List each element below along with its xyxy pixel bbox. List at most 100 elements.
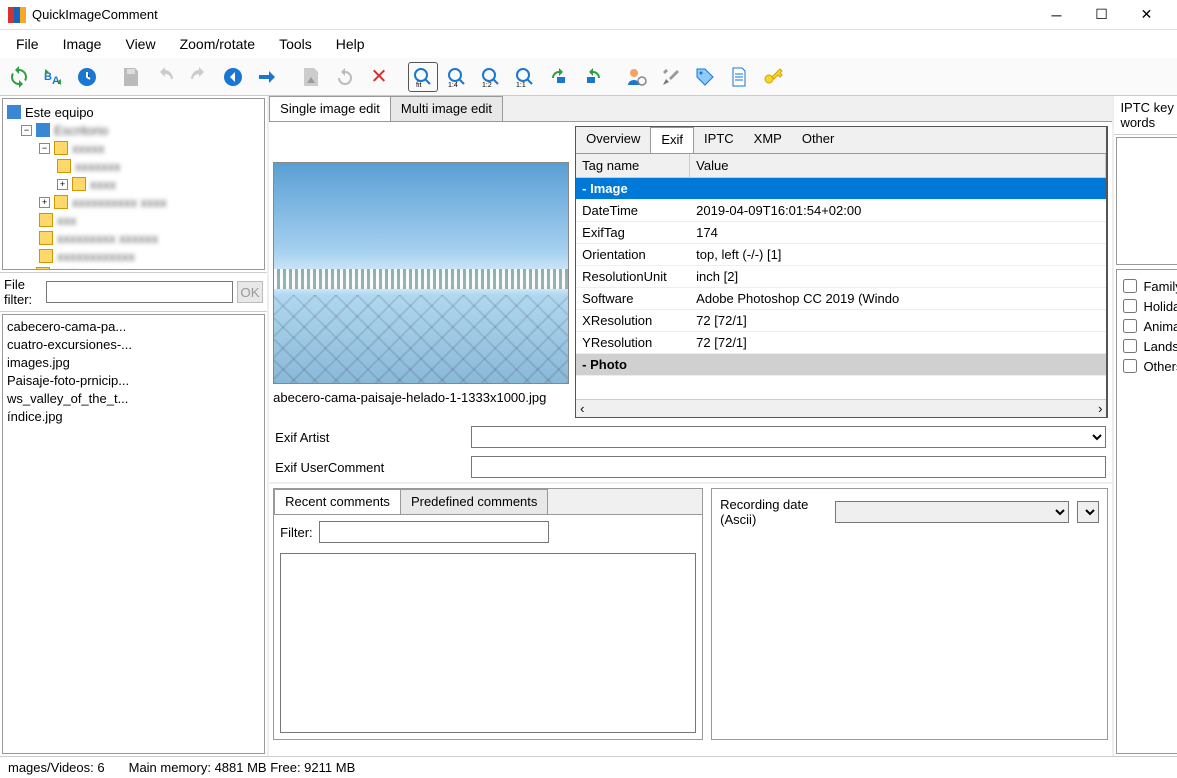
keyword-checklist: Family Holiday Animals Landscape Others xyxy=(1116,269,1177,754)
keyword-label[interactable]: Family xyxy=(1143,279,1177,294)
undo-icon[interactable] xyxy=(150,62,180,92)
delete-icon[interactable] xyxy=(364,62,394,92)
metadata-table[interactable]: Tag name Value - Image DateTime2019-04-0… xyxy=(576,153,1106,399)
file-item[interactable]: images.jpg xyxy=(7,355,260,373)
maximize-button[interactable]: ☐ xyxy=(1079,1,1124,29)
tab-recent-comments[interactable]: Recent comments xyxy=(274,489,401,514)
refresh-icon[interactable] xyxy=(4,62,34,92)
tab-predefined-comments[interactable]: Predefined comments xyxy=(401,489,548,514)
menu-view[interactable]: View xyxy=(113,32,167,56)
menu-help[interactable]: Help xyxy=(324,32,377,56)
tree-item[interactable]: xxxxxxxxx xxxxxx xyxy=(57,231,158,246)
document-icon[interactable] xyxy=(724,62,754,92)
file-item[interactable]: Paisaje-foto-prnicip... xyxy=(7,373,260,391)
file-item[interactable]: cabecero-cama-pa... xyxy=(7,319,260,337)
recording-date-select[interactable] xyxy=(835,501,1069,523)
tab-iptc[interactable]: IPTC xyxy=(694,127,744,153)
tree-root[interactable]: Este equipo xyxy=(25,105,94,120)
tab-multi-edit[interactable]: Multi image edit xyxy=(391,96,503,121)
horizontal-scrollbar[interactable]: ‹› xyxy=(576,399,1106,417)
image-preview[interactable] xyxy=(273,162,569,384)
image-filename: abecero-cama-paisaje-helado-1-1333x1000.… xyxy=(273,390,571,405)
keyword-checkbox[interactable] xyxy=(1123,299,1137,313)
tab-single-edit[interactable]: Single image edit xyxy=(269,96,391,121)
tree-item[interactable]: Escritorio xyxy=(54,123,108,138)
keyword-label[interactable]: Holiday xyxy=(1143,299,1177,314)
scroll-right-icon[interactable]: › xyxy=(1098,401,1102,416)
export-icon[interactable] xyxy=(296,62,326,92)
redo-icon[interactable] xyxy=(184,62,214,92)
keyword-label[interactable]: Animals xyxy=(1143,319,1177,334)
exif-usercomment-input[interactable] xyxy=(471,456,1106,478)
status-memory: Main memory: 4881 MB Free: 9211 MB xyxy=(129,760,356,775)
keyword-label[interactable]: Landscape xyxy=(1143,339,1177,354)
tab-overview[interactable]: Overview xyxy=(576,127,650,153)
tab-exif[interactable]: Exif xyxy=(650,127,694,154)
desktop-icon xyxy=(36,123,50,137)
svg-text:1:2: 1:2 xyxy=(482,82,492,89)
tree-item[interactable]: xxx xyxy=(57,213,77,228)
expand-icon[interactable]: − xyxy=(39,143,50,154)
minimize-button[interactable]: ─ xyxy=(1034,1,1079,29)
section-photo: - Photo xyxy=(576,354,690,375)
scroll-left-icon[interactable]: ‹ xyxy=(580,401,584,416)
tab-xmp[interactable]: XMP xyxy=(744,127,792,153)
expand-icon[interactable]: + xyxy=(57,179,68,190)
keyword-label[interactable]: Others xyxy=(1143,359,1177,374)
expand-icon[interactable]: − xyxy=(21,125,32,136)
file-filter-ok-button[interactable]: OK xyxy=(237,281,263,303)
zoom-fit-icon[interactable]: fit xyxy=(408,62,438,92)
app-logo-icon xyxy=(8,7,26,23)
file-item[interactable]: cuatro-excursiones-... xyxy=(7,337,260,355)
file-item[interactable]: índice.jpg xyxy=(7,409,260,427)
save-icon[interactable] xyxy=(116,62,146,92)
keyword-checkbox[interactable] xyxy=(1123,279,1137,293)
zoom-1-4-icon[interactable]: 1:4 xyxy=(442,62,472,92)
exif-artist-select[interactable] xyxy=(471,426,1106,448)
clock-icon[interactable] xyxy=(72,62,102,92)
meta-value: 174 xyxy=(690,222,1106,243)
comment-list[interactable] xyxy=(280,553,696,733)
keyword-checkbox[interactable] xyxy=(1123,339,1137,353)
keyword-checkbox[interactable] xyxy=(1123,319,1137,333)
file-list[interactable]: cabecero-cama-pa... cuatro-excursiones-.… xyxy=(2,314,265,754)
folder-tree[interactable]: Este equipo −Escritorio −xxxxx xxxxxxx +… xyxy=(2,98,265,270)
tools-icon[interactable] xyxy=(656,62,686,92)
col-tagname[interactable]: Tag name xyxy=(576,154,690,177)
tree-item[interactable]: xxxxx xyxy=(72,141,105,156)
forward-icon[interactable] xyxy=(252,62,282,92)
menu-zoom-rotate[interactable]: Zoom/rotate xyxy=(168,32,267,56)
iptc-keywords-box[interactable] xyxy=(1116,137,1177,265)
file-item[interactable]: ws_valley_of_the_t... xyxy=(7,391,260,409)
back-icon[interactable] xyxy=(218,62,248,92)
tree-imagenes[interactable]: Imágenes xyxy=(54,267,111,271)
file-filter-input[interactable] xyxy=(46,281,233,303)
menu-file[interactable]: File xyxy=(4,32,51,56)
menu-tools[interactable]: Tools xyxy=(267,32,324,56)
rotate-right-icon[interactable] xyxy=(578,62,608,92)
tree-item[interactable]: xxxx xyxy=(90,177,116,192)
zoom-1-2-icon[interactable]: 1:2 xyxy=(476,62,506,92)
tag-icon[interactable] xyxy=(690,62,720,92)
rotate-icon[interactable] xyxy=(330,62,360,92)
zoom-1-1-icon[interactable]: 1:1 xyxy=(510,62,540,92)
key-icon[interactable] xyxy=(758,62,788,92)
rotate-left-icon[interactable] xyxy=(544,62,574,92)
expand-icon[interactable]: + xyxy=(21,269,32,271)
tree-item[interactable]: xxxxxxxxxx xxxx xyxy=(72,195,167,210)
menu-image[interactable]: Image xyxy=(51,32,114,56)
expand-icon[interactable]: + xyxy=(39,197,50,208)
close-button[interactable]: ✕ xyxy=(1124,1,1169,29)
user-settings-icon[interactable] xyxy=(622,62,652,92)
ab-convert-icon[interactable]: BA xyxy=(38,62,68,92)
tab-other[interactable]: Other xyxy=(792,127,845,153)
tree-item[interactable]: xxxxxxxxxxxx xyxy=(57,249,135,264)
tree-item[interactable]: xxxxxxx xyxy=(75,159,121,174)
comment-filter-input[interactable] xyxy=(319,521,549,543)
meta-value: 72 [72/1] xyxy=(690,310,1106,331)
keyword-checkbox[interactable] xyxy=(1123,359,1137,373)
section-image: - Image xyxy=(576,178,690,199)
recording-date-extra-select[interactable] xyxy=(1077,501,1099,523)
col-value[interactable]: Value xyxy=(690,154,1106,177)
file-filter-label: File filter: xyxy=(4,277,42,307)
